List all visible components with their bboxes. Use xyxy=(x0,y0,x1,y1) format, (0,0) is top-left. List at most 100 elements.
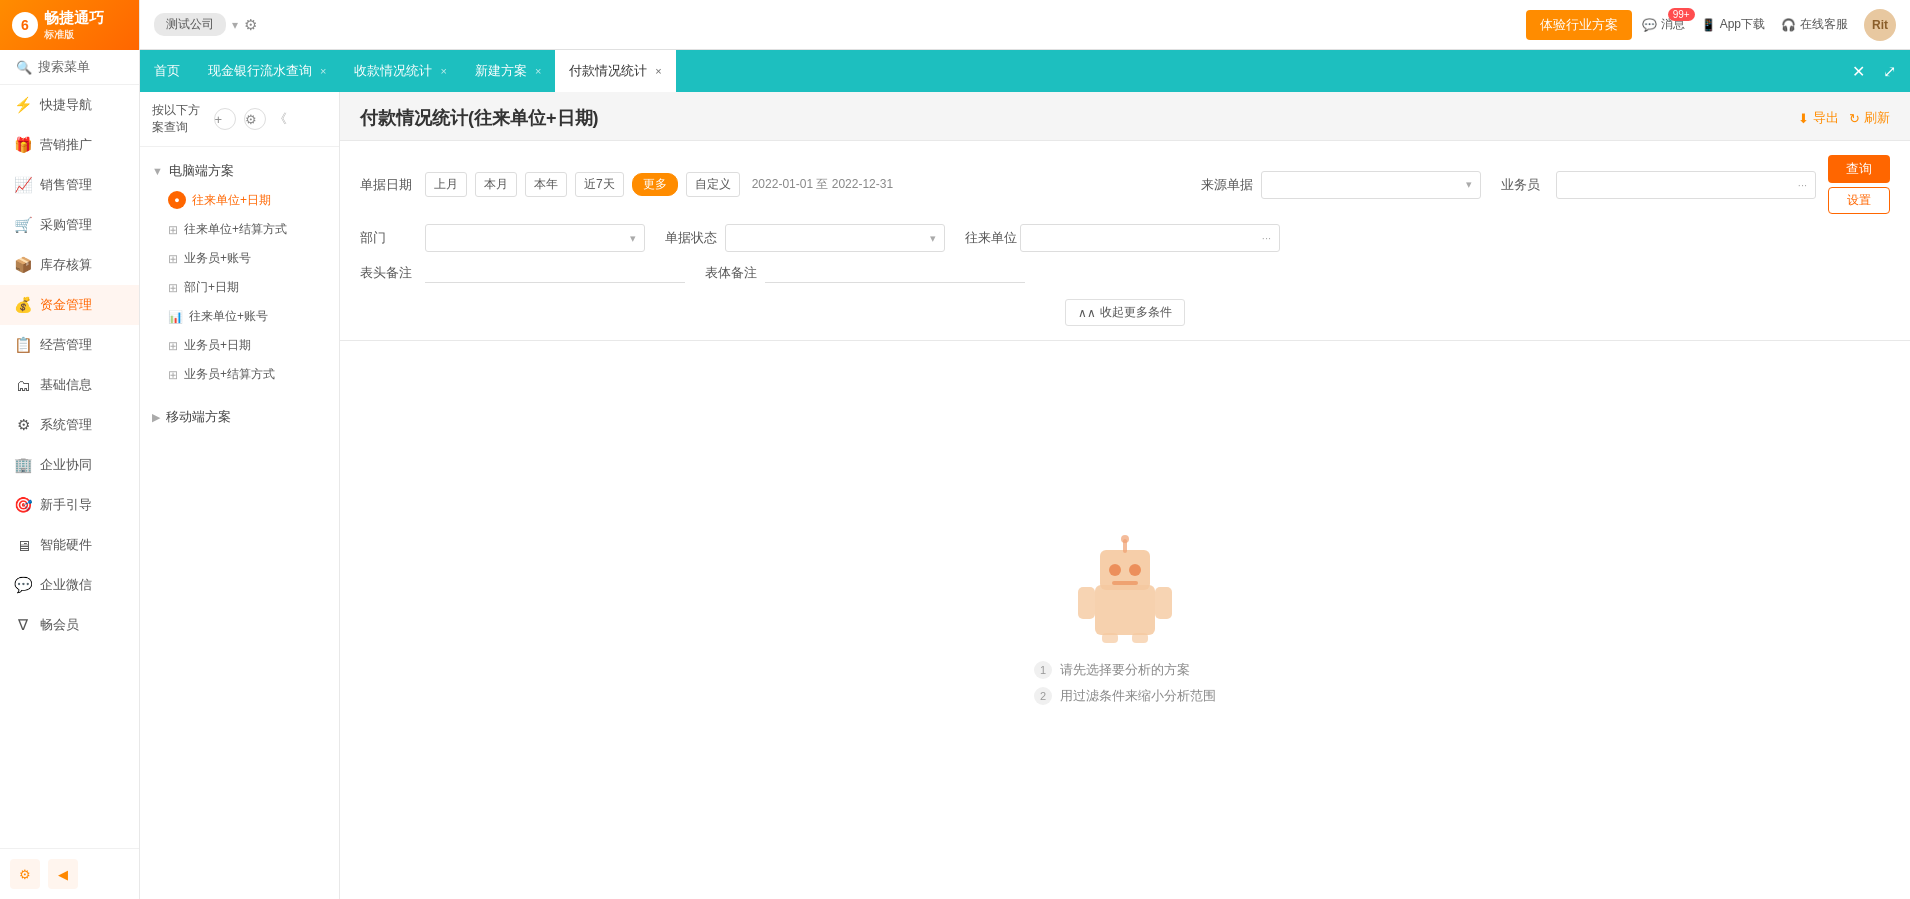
settings-icon: ⚙ xyxy=(245,112,265,127)
scheme-item-label: 业务员+日期 xyxy=(184,337,251,354)
this-month-btn[interactable]: 本月 xyxy=(475,172,517,197)
salesperson-select[interactable]: ··· xyxy=(1556,171,1816,199)
sidebar-item-label: 新手引导 xyxy=(40,496,92,514)
scheme-item-dept-date[interactable]: ⊞ 部门+日期 xyxy=(140,273,339,302)
sidebar-settings-btn[interactable]: ⚙ xyxy=(10,859,40,889)
svg-rect-7 xyxy=(1102,633,1118,643)
sidebar-header: 6 畅捷通巧 标准版 xyxy=(0,0,139,50)
source-filter-label: 来源单据 xyxy=(1201,176,1261,194)
company-dropdown-icon[interactable]: ▾ xyxy=(232,18,238,32)
scheme-collapse-btn[interactable]: 《 xyxy=(274,110,328,128)
export-icon: ⬇ xyxy=(1798,111,1809,126)
refresh-label: 刷新 xyxy=(1864,109,1890,127)
body-note-input[interactable] xyxy=(765,262,1025,283)
tab-expand-btn[interactable]: ⤢ xyxy=(1877,60,1902,83)
scheme-item-label: 业务员+结算方式 xyxy=(184,366,275,383)
sidebar-item-member[interactable]: ∇ 畅会员 xyxy=(0,605,139,645)
message-icon: 💬 xyxy=(1642,18,1657,32)
sidebar-item-basic-info[interactable]: 🗂 基础信息 xyxy=(0,365,139,405)
scheme-item-salesperson-date[interactable]: ⊞ 业务员+日期 xyxy=(140,331,339,360)
scheme-settings-btn[interactable]: ⚙ xyxy=(244,108,266,130)
wechat-icon: 💬 xyxy=(14,576,32,594)
last-7-days-btn[interactable]: 近7天 xyxy=(575,172,624,197)
tab-receipt-stats[interactable]: 收款情况统计 × xyxy=(340,50,460,92)
this-year-btn[interactable]: 本年 xyxy=(525,172,567,197)
export-btn[interactable]: ⬇ 导出 xyxy=(1798,109,1839,127)
sidebar-item-guide[interactable]: 🎯 新手引导 xyxy=(0,485,139,525)
tab-close-all-btn[interactable]: ✕ xyxy=(1846,60,1871,83)
scheme-panel-title: 按以下方案查询 xyxy=(152,102,206,136)
scheme-add-btn[interactable]: + xyxy=(214,108,236,130)
sidebar-item-marketing[interactable]: 🎁 营销推广 xyxy=(0,125,139,165)
scheme-item-partner-date[interactable]: ● 往来单位+日期 xyxy=(140,185,339,215)
chevron-down-icon: ▼ xyxy=(152,165,163,177)
svg-rect-0 xyxy=(1095,585,1155,635)
purchase-icon: 🛒 xyxy=(14,216,32,234)
tab-bank-flow-close[interactable]: × xyxy=(320,65,326,77)
hint-num-1: 1 xyxy=(1034,661,1052,679)
topbar: 测试公司 ▾ ⚙ 体验行业方案 💬 消息 99+ 📱 App下载 🎧 在线客服 … xyxy=(140,0,1910,50)
filter-settings-btn[interactable]: 设置 xyxy=(1828,187,1890,214)
table-icon: ⊞ xyxy=(168,223,178,237)
tab-payment-stats-close[interactable]: × xyxy=(655,65,661,77)
sidebar-item-system[interactable]: ⚙ 系统管理 xyxy=(0,405,139,445)
tab-home-label: 首页 xyxy=(154,62,180,80)
more-btn[interactable]: 更多 xyxy=(632,173,678,196)
date-filter-content: 上月 本月 本年 近7天 更多 自定义 2022-01-01 至 2022-12… xyxy=(425,172,1181,197)
avatar[interactable]: Rit xyxy=(1864,9,1896,41)
filter-row-2: 部门 ▾ 单据状态 ▾ 往来单位 ··· xyxy=(360,224,1890,252)
sidebar-item-capital[interactable]: 💰 资金管理 xyxy=(0,285,139,325)
tab-new-plan-close[interactable]: × xyxy=(535,65,541,77)
company-name[interactable]: 测试公司 xyxy=(154,13,226,36)
topbar-gear-icon[interactable]: ⚙ xyxy=(244,16,257,34)
partner-select[interactable]: ··· xyxy=(1020,224,1280,252)
scheme-item-label: 往来单位+结算方式 xyxy=(184,221,287,238)
scheme-group-mobile-header[interactable]: ▶ 移动端方案 xyxy=(140,403,339,431)
table-icon: ⊞ xyxy=(168,281,178,295)
smart-hw-icon: 🖥 xyxy=(14,537,32,554)
tab-receipt-stats-close[interactable]: × xyxy=(440,65,446,77)
enterprise-icon: 🏢 xyxy=(14,456,32,474)
tab-new-plan[interactable]: 新建方案 × xyxy=(461,50,555,92)
partner-dots-icon: ··· xyxy=(1262,232,1271,244)
sidebar-item-inventory[interactable]: 📦 库存核算 xyxy=(0,245,139,285)
date-range-text: 2022-01-01 至 2022-12-31 xyxy=(752,176,893,193)
dept-select[interactable]: ▾ xyxy=(425,224,645,252)
header-note-input[interactable] xyxy=(425,262,685,283)
sidebar-collapse-btn[interactable]: ◀ xyxy=(48,859,78,889)
sidebar-item-smart-hw[interactable]: 🖥 智能硬件 xyxy=(0,525,139,565)
sidebar-search[interactable]: 🔍 搜索菜单 xyxy=(0,50,139,85)
custom-btn[interactable]: 自定义 xyxy=(686,172,740,197)
sidebar-item-purchase[interactable]: 🛒 采购管理 xyxy=(0,205,139,245)
scheme-item-label: 业务员+账号 xyxy=(184,250,251,267)
tab-bank-flow[interactable]: 现金银行流水查询 × xyxy=(194,50,340,92)
right-panel: 付款情况统计(往来单位+日期) ⬇ 导出 ↻ 刷新 单据日期 xyxy=(340,92,1910,899)
sidebar-item-label: 资金管理 xyxy=(40,296,92,314)
scheme-item-partner-account[interactable]: 📊 往来单位+账号 xyxy=(140,302,339,331)
tab-payment-stats[interactable]: 付款情况统计 × xyxy=(555,50,675,92)
online-service-btn[interactable]: 🎧 在线客服 xyxy=(1781,16,1848,33)
message-btn[interactable]: 💬 消息 99+ xyxy=(1642,16,1685,33)
sidebar-item-operations[interactable]: 📋 经营管理 xyxy=(0,325,139,365)
collapse-more-btn[interactable]: ∧∧ 收起更多条件 xyxy=(1065,299,1185,326)
refresh-btn[interactable]: ↻ 刷新 xyxy=(1849,109,1890,127)
last-month-btn[interactable]: 上月 xyxy=(425,172,467,197)
app-download-btn[interactable]: 📱 App下载 xyxy=(1701,16,1765,33)
tab-home[interactable]: 首页 xyxy=(140,50,194,92)
source-select[interactable]: ▾ xyxy=(1261,171,1481,199)
add-icon: + xyxy=(215,112,235,127)
dept-chevron-icon: ▾ xyxy=(630,232,636,245)
doc-status-label: 单据状态 xyxy=(665,229,725,247)
scheme-item-salesperson-account[interactable]: ⊞ 业务员+账号 xyxy=(140,244,339,273)
sidebar-item-wechat[interactable]: 💬 企业微信 xyxy=(0,565,139,605)
trial-industry-btn[interactable]: 体验行业方案 xyxy=(1526,10,1632,40)
sidebar-item-sales[interactable]: 📈 销售管理 xyxy=(0,165,139,205)
sidebar-item-quick-nav[interactable]: ⚡ 快捷导航 xyxy=(0,85,139,125)
dept-label: 部门 xyxy=(360,229,425,247)
scheme-item-partner-settle[interactable]: ⊞ 往来单位+结算方式 xyxy=(140,215,339,244)
sidebar-item-enterprise[interactable]: 🏢 企业协同 xyxy=(0,445,139,485)
query-btn[interactable]: 查询 xyxy=(1828,155,1890,183)
scheme-item-salesperson-settle[interactable]: ⊞ 业务员+结算方式 xyxy=(140,360,339,389)
scheme-group-desktop-header[interactable]: ▼ 电脑端方案 xyxy=(140,157,339,185)
doc-status-select[interactable]: ▾ xyxy=(725,224,945,252)
